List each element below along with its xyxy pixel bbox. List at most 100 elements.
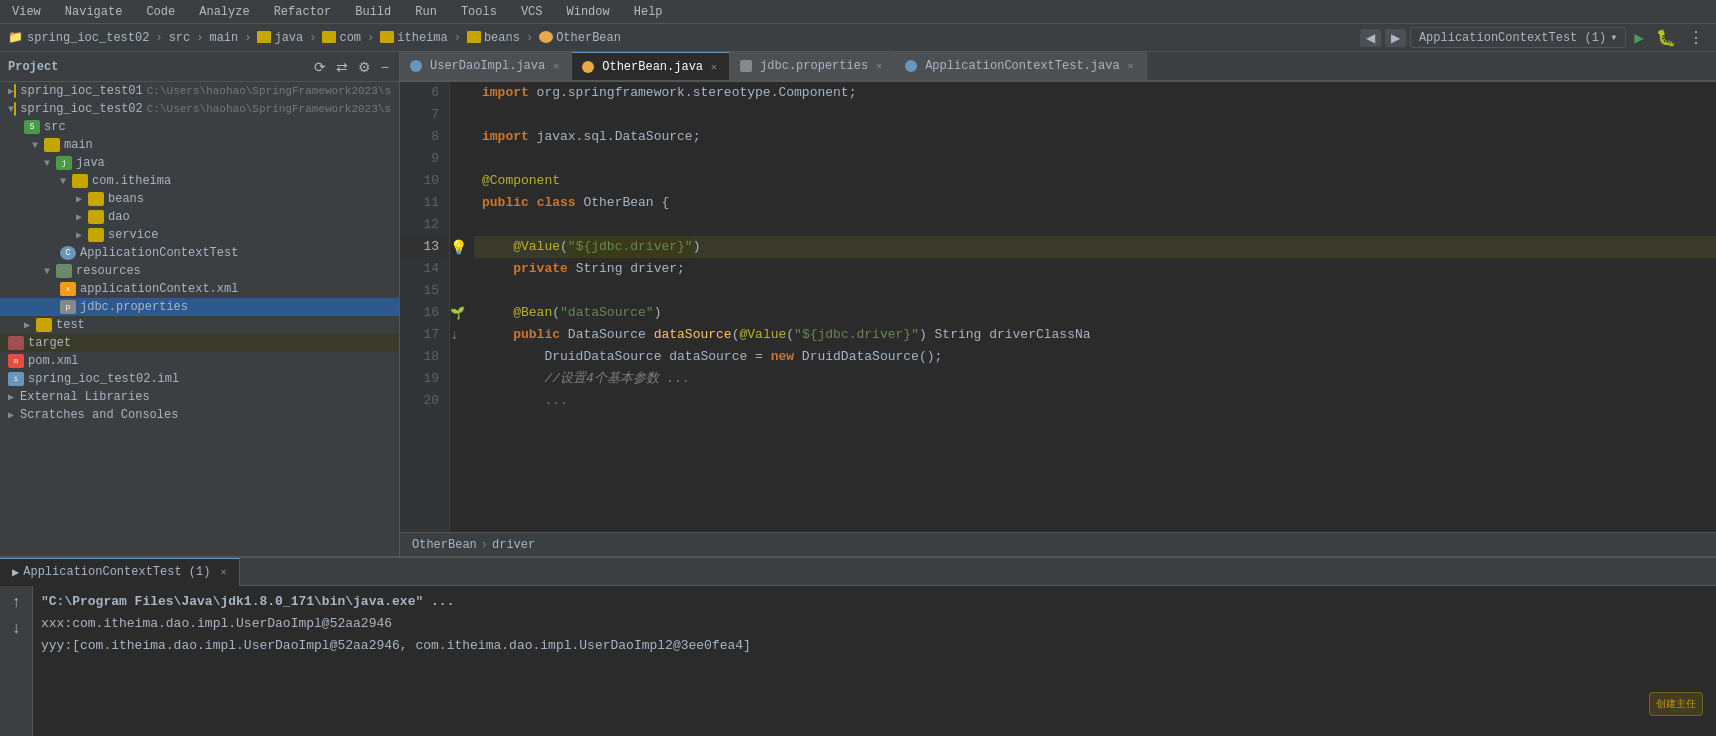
menu-code[interactable]: Code bbox=[142, 3, 179, 21]
tab-otherbean[interactable]: OtherBean.java ✕ bbox=[572, 52, 730, 80]
tree-item-pom[interactable]: m pom.xml bbox=[0, 352, 399, 370]
code-line-18: DruidDataSource dataSource = new DruidDa… bbox=[474, 346, 1716, 368]
nav-forward-button[interactable]: ▶ bbox=[1385, 29, 1406, 47]
gutter-13: 💡 bbox=[450, 236, 474, 258]
tree-item-external-libs[interactable]: ▶ External Libraries bbox=[0, 388, 399, 406]
props-icon-jdbc bbox=[740, 60, 752, 72]
bottom-tab-bar: ▶ ApplicationContextTest (1) ✕ bbox=[0, 558, 1716, 586]
menu-run[interactable]: Run bbox=[411, 3, 441, 21]
menu-navigate[interactable]: Navigate bbox=[61, 3, 127, 21]
tree-item-iml[interactable]: i spring_ioc_test02.iml bbox=[0, 370, 399, 388]
menu-tools[interactable]: Tools bbox=[457, 3, 501, 21]
tab-userdaoimpl[interactable]: UserDaoImpl.java ✕ bbox=[400, 52, 572, 80]
chevron-right-icon-beans: ▶ bbox=[76, 193, 88, 205]
package-itheima-icon bbox=[72, 174, 88, 188]
sidebar-collapse-button[interactable]: ⇄ bbox=[334, 59, 350, 75]
sidebar-minimize-button[interactable]: − bbox=[379, 59, 391, 75]
menu-analyze[interactable]: Analyze bbox=[195, 3, 253, 21]
target-folder-icon bbox=[8, 336, 24, 350]
chevron-down-icon-main: ▼ bbox=[32, 140, 44, 151]
breadcrumb-java[interactable]: java bbox=[257, 31, 303, 45]
tree-label-com-itheima: com.itheima bbox=[92, 174, 171, 188]
code-editor[interactable]: 6 7 8 9 10 11 12 13 14 15 16 17 18 19 20 bbox=[400, 82, 1716, 532]
run-config-dropdown[interactable]: ▾ bbox=[1610, 30, 1617, 45]
scroll-up-button[interactable]: ↑ bbox=[4, 590, 28, 614]
tree-item-appcontext-xml[interactable]: x applicationContext.xml bbox=[0, 280, 399, 298]
code-line-15 bbox=[474, 280, 1716, 302]
tab-close-appcontexttest[interactable]: ✕ bbox=[1126, 59, 1136, 73]
gutter-16: 🌱 bbox=[450, 302, 474, 324]
gutter-18 bbox=[450, 346, 474, 368]
tree-item-target[interactable]: target bbox=[0, 334, 399, 352]
tab-close-otherbean[interactable]: ✕ bbox=[709, 60, 719, 74]
chevron-down-icon-java: ▼ bbox=[44, 158, 56, 169]
run-button[interactable]: ▶ bbox=[1630, 28, 1648, 48]
tree-label-test: test bbox=[56, 318, 85, 332]
tree-item-main[interactable]: ▼ main bbox=[0, 136, 399, 154]
menu-window[interactable]: Window bbox=[563, 3, 614, 21]
tree-item-beans[interactable]: ▶ beans bbox=[0, 190, 399, 208]
tree-item-test01[interactable]: ▶ spring_ioc_test01 C:\Users\haohao\Spri… bbox=[0, 82, 399, 100]
tab-close-jdbc[interactable]: ✕ bbox=[874, 59, 884, 73]
gutter-20 bbox=[450, 390, 474, 412]
tree-item-scratches[interactable]: ▶ Scratches and Consoles bbox=[0, 406, 399, 424]
tree-item-dao[interactable]: ▶ dao bbox=[0, 208, 399, 226]
menu-build[interactable]: Build bbox=[351, 3, 395, 21]
menu-vcs[interactable]: VCS bbox=[517, 3, 547, 21]
tab-jdbc-props[interactable]: jdbc.properties ✕ bbox=[730, 52, 895, 80]
tree-label-iml: spring_ioc_test02.iml bbox=[28, 372, 179, 386]
bean-icon-line16[interactable]: 🌱 bbox=[450, 306, 465, 321]
tree-item-jdbc-props[interactable]: p jdbc.properties bbox=[0, 298, 399, 316]
bottom-panel: ▶ ApplicationContextTest (1) ✕ ↑ ↓ "C:\P… bbox=[0, 556, 1716, 736]
gutter-8 bbox=[450, 126, 474, 148]
menu-refactor[interactable]: Refactor bbox=[270, 3, 336, 21]
tree-item-appcontexttest[interactable]: C ApplicationContextTest bbox=[0, 244, 399, 262]
sidebar-sync-button[interactable]: ⟳ bbox=[312, 59, 328, 75]
debug-button[interactable]: 🐛 bbox=[1652, 28, 1680, 48]
more-button[interactable]: ⋮ bbox=[1684, 28, 1708, 48]
resources-folder-icon bbox=[56, 264, 72, 278]
line-num-10: 10 bbox=[400, 170, 449, 192]
breadcrumb-src[interactable]: src bbox=[169, 31, 191, 45]
breadcrumb-otherbean[interactable]: OtherBean bbox=[539, 31, 621, 45]
code-line-17: public DataSource dataSource ( @Value ( … bbox=[474, 324, 1716, 346]
chevron-right-icon-scratch: ▶ bbox=[8, 409, 20, 421]
breadcrumb-sep-1: › bbox=[155, 31, 162, 45]
breadcrumb-com[interactable]: com bbox=[322, 31, 361, 45]
java-icon-userdaoimpl bbox=[410, 60, 422, 72]
sidebar-title: Project bbox=[8, 60, 58, 74]
bulb-icon-line13[interactable]: 💡 bbox=[450, 239, 467, 256]
tree-item-service[interactable]: ▶ service bbox=[0, 226, 399, 244]
breadcrumb-main[interactable]: main bbox=[209, 31, 238, 45]
tree-item-src[interactable]: s src bbox=[0, 118, 399, 136]
line-num-11: 11 bbox=[400, 192, 449, 214]
nav-back-button[interactable]: ◀ bbox=[1360, 29, 1381, 47]
tree-item-resources[interactable]: ▼ resources bbox=[0, 262, 399, 280]
breadcrumb-beans[interactable]: beans bbox=[467, 31, 520, 45]
folder-open-icon bbox=[14, 102, 16, 116]
menu-view[interactable]: View bbox=[8, 3, 45, 21]
tab-appcontexttest[interactable]: ApplicationContextTest.java ✕ bbox=[895, 52, 1146, 80]
breadcrumb-itheima[interactable]: itheima bbox=[380, 31, 447, 45]
bottom-toolbar: ↑ ↓ bbox=[0, 586, 33, 736]
bottom-tab-run[interactable]: ▶ ApplicationContextTest (1) ✕ bbox=[0, 558, 240, 586]
menu-help[interactable]: Help bbox=[630, 3, 667, 21]
gutter-11 bbox=[450, 192, 474, 214]
tree-item-java[interactable]: ▼ j java bbox=[0, 154, 399, 172]
tree-item-test02[interactable]: ▼ spring_ioc_test02 C:\Users\haohao\Spri… bbox=[0, 100, 399, 118]
code-content[interactable]: import org.springframework.stereotype. C… bbox=[474, 82, 1716, 532]
scroll-down-button[interactable]: ↓ bbox=[4, 616, 28, 640]
tree-label-beans: beans bbox=[108, 192, 144, 206]
sidebar-settings-button[interactable]: ⚙ bbox=[356, 59, 373, 75]
code-line-9 bbox=[474, 148, 1716, 170]
tree-item-com-itheima[interactable]: ▼ com.itheima bbox=[0, 172, 399, 190]
breadcrumb-project[interactable]: spring_ioc_test02 bbox=[27, 31, 149, 45]
gutter-9 bbox=[450, 148, 474, 170]
chevron-down-icon-resources: ▼ bbox=[44, 266, 56, 277]
tree-item-test[interactable]: ▶ test bbox=[0, 316, 399, 334]
tab-close-userdaoimpl[interactable]: ✕ bbox=[551, 59, 561, 73]
tree-label-dao: dao bbox=[108, 210, 130, 224]
tree-path-test01: C:\Users\haohao\SpringFramework2023\s bbox=[147, 85, 391, 97]
editor-bc-driver: driver bbox=[492, 538, 535, 552]
bottom-tab-close[interactable]: ✕ bbox=[220, 566, 226, 578]
